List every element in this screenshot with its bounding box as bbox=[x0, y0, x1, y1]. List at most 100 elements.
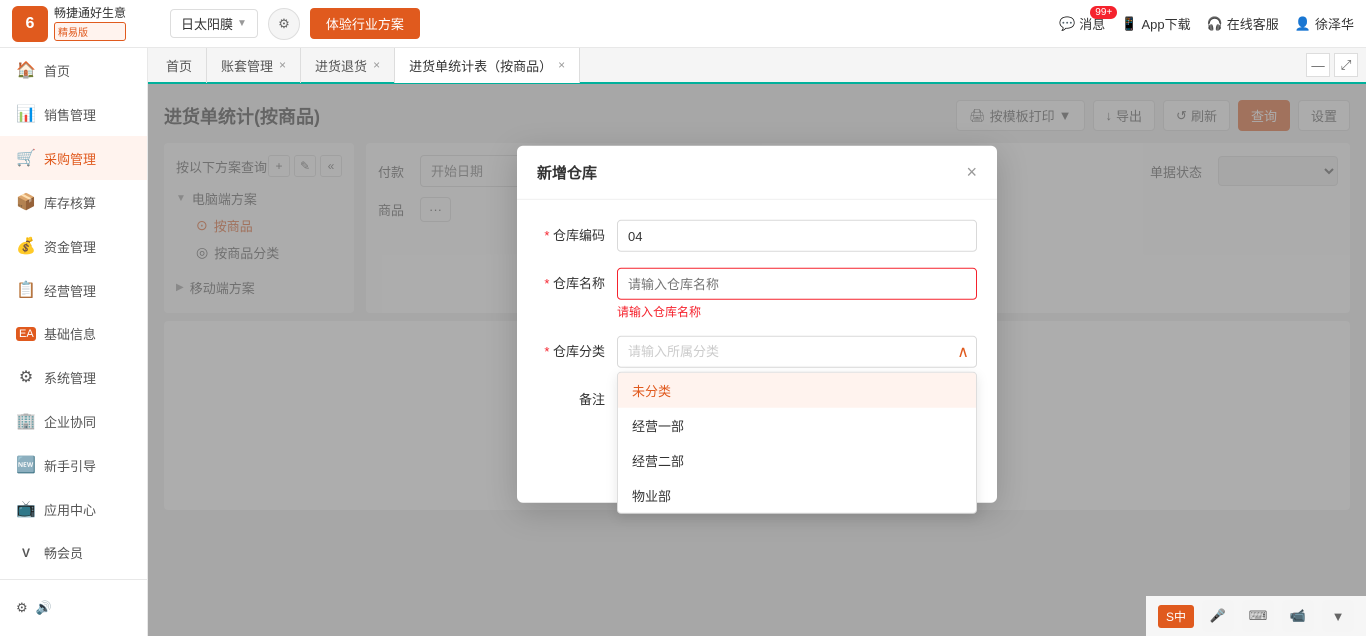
sidebar-item-label: 经营管理 bbox=[44, 281, 96, 300]
mic-icon-button[interactable]: 🎤 bbox=[1202, 600, 1234, 632]
warehouse-category-control: 请输入所属分类 ∧ 未分类 经营一部 经营二部 物业部 bbox=[617, 336, 977, 368]
sidebar-item-label: 基础信息 bbox=[44, 324, 96, 343]
sidebar-item-finance[interactable]: 💰 资金管理 bbox=[0, 224, 147, 268]
tab-actions: — ⤢ bbox=[1306, 53, 1362, 77]
enterprise-icon: 🏢 bbox=[16, 411, 36, 431]
message-button[interactable]: 💬 消息 99+ bbox=[1059, 14, 1105, 33]
sidebar-item-label: 首页 bbox=[44, 61, 70, 80]
top-header: 6 畅捷通好生意 精易版 日太阳膜 ▼ ⚙ 体验行业方案 💬 消息 99+ 📱 … bbox=[0, 0, 1366, 48]
dropdown-item-dept2[interactable]: 经营二部 bbox=[618, 443, 976, 478]
tab-purchase-stat[interactable]: 进货单统计表（按商品） × bbox=[395, 48, 580, 83]
sidebar-item-label: 新手引导 bbox=[44, 456, 96, 475]
sidebar: 🏠 首页 📊 销售管理 🛒 采购管理 📦 库存核算 💰 资金管理 📋 经营管理 … bbox=[0, 48, 148, 636]
app-download-button[interactable]: 📱 App下载 bbox=[1121, 14, 1190, 33]
sidebar-item-home[interactable]: 🏠 首页 bbox=[0, 48, 147, 92]
form-row-code: 仓库编码 bbox=[537, 220, 977, 252]
modal-body: 仓库编码 仓库名称 请输入仓库名称 bbox=[517, 200, 997, 442]
tab-account-management[interactable]: 账套管理 × bbox=[207, 48, 301, 83]
sidebar-item-operations[interactable]: 📋 经营管理 bbox=[0, 268, 147, 312]
warehouse-code-label: 仓库编码 bbox=[537, 220, 617, 252]
warehouse-category-label: 仓库分类 bbox=[537, 336, 617, 368]
gear-icon: ⚙ bbox=[278, 16, 290, 32]
keyboard-icon-button[interactable]: ⌨ bbox=[1242, 600, 1274, 632]
sidebar-item-sales[interactable]: 📊 销售管理 bbox=[0, 92, 147, 136]
store-selector[interactable]: 日太阳膜 ▼ bbox=[170, 9, 258, 38]
camera-icon-button[interactable]: 📹 bbox=[1282, 600, 1314, 632]
tab-close-account[interactable]: × bbox=[279, 58, 286, 72]
dropdown-item-property[interactable]: 物业部 bbox=[618, 478, 976, 513]
newbie-icon: 🆕 bbox=[16, 455, 36, 475]
sidebar-settings-button[interactable]: ⚙ 🔊 bbox=[0, 588, 147, 628]
modal-header: 新增仓库 × bbox=[517, 146, 997, 200]
basic-info-icon: EA bbox=[16, 327, 36, 341]
home-icon: 🏠 bbox=[16, 60, 36, 80]
warehouse-name-error: 请输入仓库名称 bbox=[617, 303, 977, 320]
sidebar-item-newbie[interactable]: 🆕 新手引导 bbox=[0, 443, 147, 487]
tab-minimize-button[interactable]: — bbox=[1306, 53, 1330, 77]
tab-purchase-return[interactable]: 进货退货 × bbox=[301, 48, 395, 83]
category-select[interactable]: 请输入所属分类 bbox=[617, 336, 977, 368]
tab-close-purchase-stat[interactable]: × bbox=[558, 58, 565, 72]
store-dropdown-arrow: ▼ bbox=[237, 18, 247, 29]
operations-icon: 📋 bbox=[16, 280, 36, 300]
warehouse-name-input[interactable] bbox=[617, 268, 977, 300]
sidebar-item-purchase[interactable]: 🛒 采购管理 bbox=[0, 136, 147, 180]
sidebar-item-enterprise[interactable]: 🏢 企业协同 bbox=[0, 399, 147, 443]
main-layout: 🏠 首页 📊 销售管理 🛒 采购管理 📦 库存核算 💰 资金管理 📋 经营管理 … bbox=[0, 48, 1366, 636]
download-icon: 📱 bbox=[1121, 16, 1137, 32]
sidebar-item-label: 应用中心 bbox=[44, 500, 96, 519]
logo-area: 6 畅捷通好生意 精易版 bbox=[12, 6, 160, 42]
page-content: 进货单统计(按商品) 🖨 按模板打印 ▼ ↓ 导出 ↺ 刷新 bbox=[148, 84, 1366, 636]
modal-title: 新增仓库 bbox=[537, 162, 597, 183]
sidebar-item-member[interactable]: V 畅会员 bbox=[0, 531, 147, 574]
bottom-toolbar: S中 🎤 ⌨ 📹 ▼ bbox=[1146, 596, 1366, 636]
tab-home[interactable]: 首页 bbox=[152, 48, 207, 83]
warehouse-code-control bbox=[617, 220, 977, 252]
user-menu[interactable]: 👤 徐泽华 bbox=[1295, 14, 1354, 33]
sidebar-item-inventory[interactable]: 📦 库存核算 bbox=[0, 180, 147, 224]
sidebar-item-label: 采购管理 bbox=[44, 149, 96, 168]
finance-icon: 💰 bbox=[16, 236, 36, 256]
system-icon: ⚙ bbox=[16, 367, 36, 387]
logo-text: 畅捷通好生意 bbox=[54, 6, 126, 22]
store-name: 日太阳膜 bbox=[181, 14, 233, 33]
dropdown-item-dept1[interactable]: 经营一部 bbox=[618, 408, 976, 443]
new-warehouse-modal: 新增仓库 × 仓库编码 仓库名称 bbox=[517, 146, 997, 503]
sidebar-item-label: 系统管理 bbox=[44, 368, 96, 387]
trial-industry-button[interactable]: 体验行业方案 bbox=[310, 8, 420, 39]
form-row-category: 仓库分类 请输入所属分类 ∧ 未分类 经营一部 bbox=[537, 336, 977, 368]
sidebar-item-app-center[interactable]: 📺 应用中心 bbox=[0, 487, 147, 531]
settings-gear-button[interactable]: ⚙ bbox=[268, 8, 300, 40]
sidebar-item-system[interactable]: ⚙ 系统管理 bbox=[0, 355, 147, 399]
sidebar-item-label: 资金管理 bbox=[44, 237, 96, 256]
sidebar-volume-icon: 🔊 bbox=[36, 600, 52, 616]
sidebar-item-label: 库存核算 bbox=[44, 193, 96, 212]
sidebar-item-label: 企业协同 bbox=[44, 412, 96, 431]
sidebar-item-label: 畅会员 bbox=[44, 543, 83, 562]
form-row-name: 仓库名称 请输入仓库名称 bbox=[537, 268, 977, 320]
warehouse-code-input[interactable] bbox=[617, 220, 977, 252]
category-arrow-icon[interactable]: ∧ bbox=[957, 342, 969, 362]
s-icon-button[interactable]: S中 bbox=[1158, 605, 1194, 628]
tab-expand-button[interactable]: ⤢ bbox=[1334, 53, 1358, 77]
online-service-button[interactable]: 🎧 在线客服 bbox=[1207, 14, 1279, 33]
user-name: 徐泽华 bbox=[1315, 14, 1354, 33]
tab-close-purchase-return[interactable]: × bbox=[373, 58, 380, 72]
category-select-wrapper: 请输入所属分类 ∧ 未分类 经营一部 经营二部 物业部 bbox=[617, 336, 977, 368]
category-placeholder: 请输入所属分类 bbox=[628, 336, 719, 368]
sidebar-bottom: ⚙ 🔊 bbox=[0, 579, 147, 636]
modal-close-button[interactable]: × bbox=[966, 162, 977, 183]
sidebar-item-basic[interactable]: EA 基础信息 bbox=[0, 312, 147, 355]
inventory-icon: 📦 bbox=[16, 192, 36, 212]
content-area: 首页 账套管理 × 进货退货 × 进货单统计表（按商品） × — ⤢ bbox=[148, 48, 1366, 636]
sales-icon: 📊 bbox=[16, 104, 36, 124]
logo-icon: 6 bbox=[12, 6, 48, 42]
more-icon-button[interactable]: ▼ bbox=[1322, 600, 1354, 632]
logo-badge: 精易版 bbox=[54, 22, 126, 41]
category-dropdown: 未分类 经营一部 经营二部 物业部 bbox=[617, 372, 977, 514]
remark-label: 备注 bbox=[537, 384, 617, 416]
warehouse-name-control: 请输入仓库名称 bbox=[617, 268, 977, 320]
header-right: 💬 消息 99+ 📱 App下载 🎧 在线客服 👤 徐泽华 bbox=[1059, 14, 1354, 33]
dropdown-item-none[interactable]: 未分类 bbox=[618, 373, 976, 408]
tab-bar: 首页 账套管理 × 进货退货 × 进货单统计表（按商品） × — ⤢ bbox=[148, 48, 1366, 84]
